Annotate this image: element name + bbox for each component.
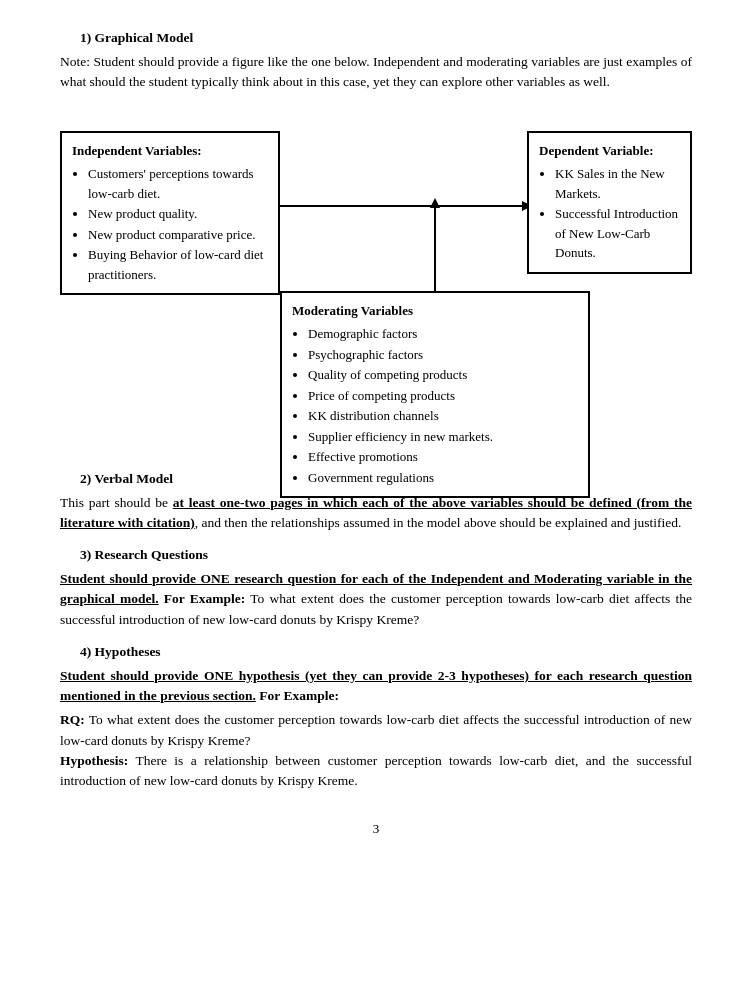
- page-number: 3: [60, 821, 692, 837]
- hypothesis-text: There is a relationship between customer…: [60, 753, 692, 788]
- graphical-note: Note: Student should provide a figure li…: [60, 52, 692, 93]
- independent-variables-box: Independent Variables: Customers' percep…: [60, 131, 280, 296]
- dependent-variable-box: Dependent Variable: KK Sales in the New …: [527, 131, 692, 274]
- list-item: Quality of competing products: [308, 365, 578, 385]
- list-item: Psychographic factors: [308, 345, 578, 365]
- rq-text: To what extent does the customer percept…: [60, 712, 692, 747]
- list-item: KK distribution channels: [308, 406, 578, 426]
- dependent-box-title: Dependent Variable:: [539, 141, 680, 161]
- moderating-box-title: Moderating Variables: [292, 301, 578, 321]
- hypotheses-rq: RQ: To what extent does the customer per…: [60, 710, 692, 751]
- verbal-text-start: This part should be: [60, 495, 173, 510]
- verbal-text-end: , and then the relationships assumed in …: [195, 515, 682, 530]
- hypothesis-label: Hypothesis:: [60, 753, 128, 768]
- moderating-variables-box: Moderating Variables Demographic factors…: [280, 291, 590, 499]
- list-item: Price of competing products: [308, 386, 578, 406]
- research-questions-section: 3) Research Questions Student should pro…: [60, 547, 692, 630]
- rq-label: RQ:: [60, 712, 85, 727]
- hypotheses-hypothesis: Hypothesis: There is a relationship betw…: [60, 751, 692, 792]
- research-bold-normal: For Example:: [159, 591, 246, 606]
- research-text: Student should provide ONE research ques…: [60, 569, 692, 630]
- hypotheses-heading: 4) Hypotheses: [60, 644, 692, 660]
- page: 1) Graphical Model Note: Student should …: [0, 0, 752, 1000]
- list-item: Effective promotions: [308, 447, 578, 467]
- hypotheses-bold-underline: Student should provide ONE hypothesis (y…: [60, 668, 692, 703]
- list-item: Successful Introduction of New Low-Carb …: [555, 204, 680, 263]
- moderating-variables-list: Demographic factors Psychographic factor…: [292, 324, 578, 487]
- hypotheses-section: 4) Hypotheses Student should provide ONE…: [60, 644, 692, 792]
- list-item: KK Sales in the New Markets.: [555, 164, 680, 203]
- hypotheses-text-1: Student should provide ONE hypothesis (y…: [60, 666, 692, 707]
- list-item: Demographic factors: [308, 324, 578, 344]
- list-item: New product comparative price.: [88, 225, 268, 245]
- independent-variables-list: Customers' perceptions towards low-carb …: [72, 164, 268, 284]
- diagram-area: Independent Variables: Customers' percep…: [60, 111, 692, 451]
- list-item: Customers' perceptions towards low-carb …: [88, 164, 268, 203]
- verbal-text: This part should be at least one-two pag…: [60, 493, 692, 534]
- hypotheses-bold-normal: For Example:: [256, 688, 339, 703]
- list-item: New product quality.: [88, 204, 268, 224]
- list-item: Supplier efficiency in new markets.: [308, 427, 578, 447]
- list-item: Government regulations: [308, 468, 578, 488]
- graphical-model-section: 1) Graphical Model Note: Student should …: [60, 30, 692, 451]
- svg-marker-3: [430, 198, 440, 208]
- research-heading: 3) Research Questions: [60, 547, 692, 563]
- dependent-variables-list: KK Sales in the New Markets. Successful …: [539, 164, 680, 263]
- graphical-heading: 1) Graphical Model: [60, 30, 692, 46]
- list-item: Buying Behavior of low-card diet practit…: [88, 245, 268, 284]
- independent-box-title: Independent Variables:: [72, 141, 268, 161]
